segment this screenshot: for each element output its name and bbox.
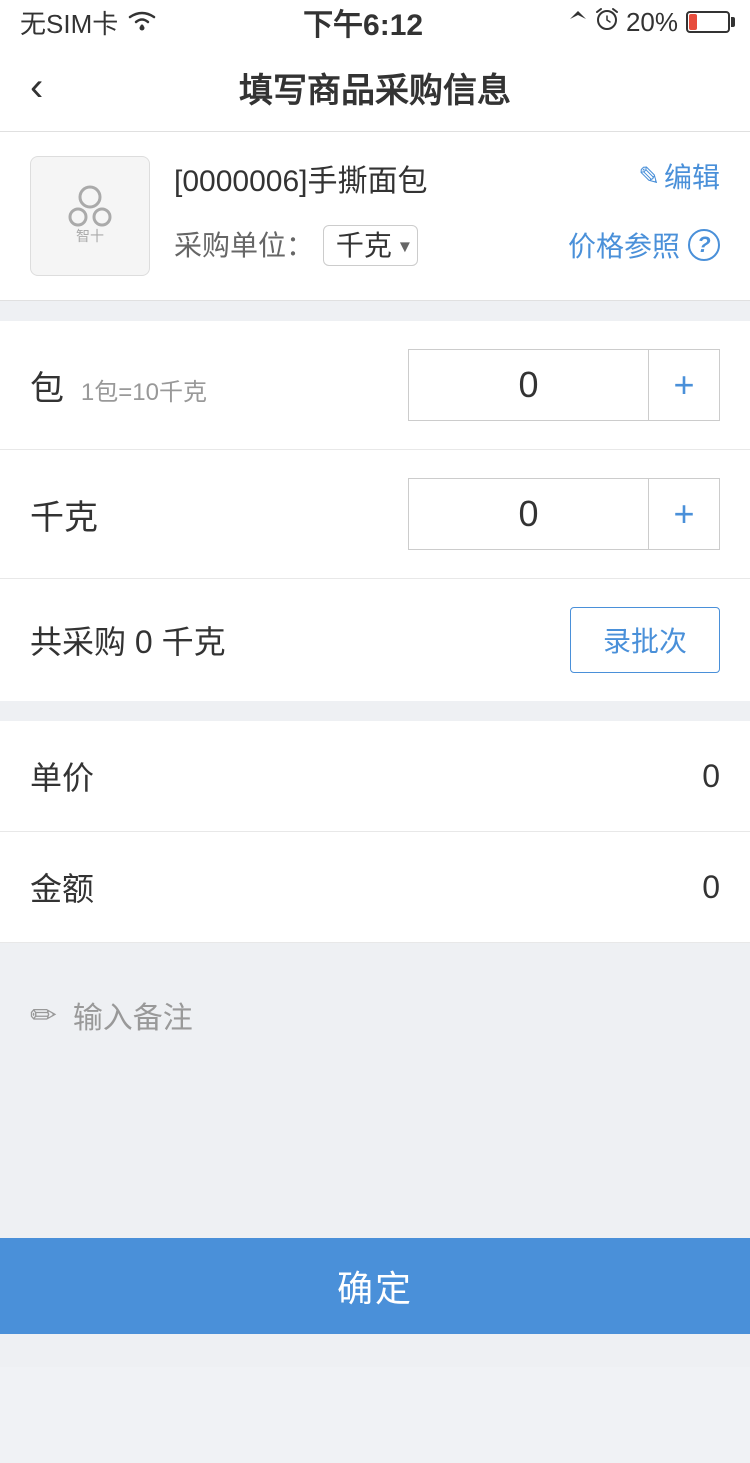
bag-input-right: + — [408, 349, 720, 421]
page-title: 填写商品采购信息 — [239, 63, 511, 112]
unit-select-wrapper[interactable]: 千克 包 — [323, 225, 418, 266]
bag-input-row: 包 1包=10千克 + — [0, 321, 750, 450]
battery-percentage: 20% — [626, 7, 678, 38]
alarm-icon — [594, 6, 620, 39]
amount-value: 0 — [702, 869, 720, 906]
remark-section[interactable]: ✏ 输入备注 — [0, 963, 750, 1067]
product-name: [0000006]手撕面包 — [174, 156, 638, 200]
unit-price-label: 单价 — [30, 753, 94, 799]
product-unit-row: 采购单位： 千克 包 价格参照 ? — [174, 224, 720, 266]
summary-row: 共采购 0 千克 录批次 — [0, 579, 750, 701]
product-image: 智十 — [30, 156, 150, 276]
bag-quantity-input[interactable] — [408, 349, 648, 421]
status-bar-left: 无SIM卡 — [20, 4, 158, 41]
price-ref-help-icon[interactable]: ? — [688, 229, 720, 261]
status-bar-time: 下午6:12 — [303, 0, 423, 44]
unit-select[interactable]: 千克 包 — [323, 225, 418, 266]
status-bar: 无SIM卡 下午6:12 20% — [0, 0, 750, 44]
carrier-label: 无SIM卡 — [20, 4, 118, 41]
amount-row: 金额 0 — [0, 832, 750, 943]
unit-selector-area[interactable]: 采购单位： 千克 包 — [174, 224, 418, 266]
product-card: 智十 [0000006]手撕面包 ✎ 编辑 采购单位： 千克 — [0, 132, 750, 301]
bag-label: 包 — [30, 370, 64, 408]
pencil-icon: ✏ — [30, 996, 57, 1034]
kg-quantity-input[interactable] — [408, 478, 648, 550]
kg-label: 千克 — [30, 499, 98, 537]
edit-link[interactable]: ✎ 编辑 — [638, 156, 720, 196]
location-icon — [568, 7, 588, 38]
section-divider-2 — [0, 701, 750, 721]
product-image-placeholder: 智十 — [50, 169, 130, 263]
edit-icon: ✎ — [638, 161, 660, 192]
summary-prefix: 共采购 — [30, 624, 126, 660]
amount-label: 金额 — [30, 864, 94, 910]
wifi-icon — [126, 7, 158, 38]
summary-amount: 0 — [135, 624, 153, 660]
section-divider-3 — [0, 943, 750, 963]
back-button[interactable]: ‹ — [30, 65, 43, 110]
bag-plus-button[interactable]: + — [648, 349, 720, 421]
remark-placeholder: 输入备注 — [73, 993, 193, 1037]
price-ref-link[interactable]: 价格参照 ? — [568, 225, 720, 265]
section-divider-1 — [0, 301, 750, 321]
summary-unit: 千克 — [162, 624, 226, 660]
bag-label-area: 包 1包=10千克 — [30, 361, 207, 410]
batch-button[interactable]: 录批次 — [570, 607, 720, 673]
kg-label-area: 千克 — [30, 490, 98, 539]
battery-icon — [686, 11, 730, 33]
summary-text-area: 共采购 0 千克 — [30, 617, 226, 663]
unit-price-value: 0 — [702, 758, 720, 795]
kg-input-right: + — [408, 478, 720, 550]
unit-prefix: 采购单位： — [174, 230, 314, 261]
svg-text:智十: 智十 — [76, 228, 104, 244]
product-info: [0000006]手撕面包 ✎ 编辑 采购单位： 千克 包 — [174, 156, 720, 266]
kg-input-row: 千克 + — [0, 450, 750, 579]
kg-plus-button[interactable]: + — [648, 478, 720, 550]
confirm-button[interactable]: 确定 — [0, 1238, 750, 1334]
status-bar-right: 20% — [568, 6, 730, 39]
product-header: [0000006]手撕面包 ✎ 编辑 — [174, 156, 720, 200]
nav-bar: ‹ 填写商品采购信息 — [0, 44, 750, 132]
bag-sublabel: 1包=10千克 — [81, 379, 207, 406]
price-section: 单价 0 金额 0 — [0, 721, 750, 943]
unit-price-row: 单价 0 — [0, 721, 750, 832]
input-section: 包 1包=10千克 + 千克 + 共采购 0 千克 — [0, 321, 750, 701]
